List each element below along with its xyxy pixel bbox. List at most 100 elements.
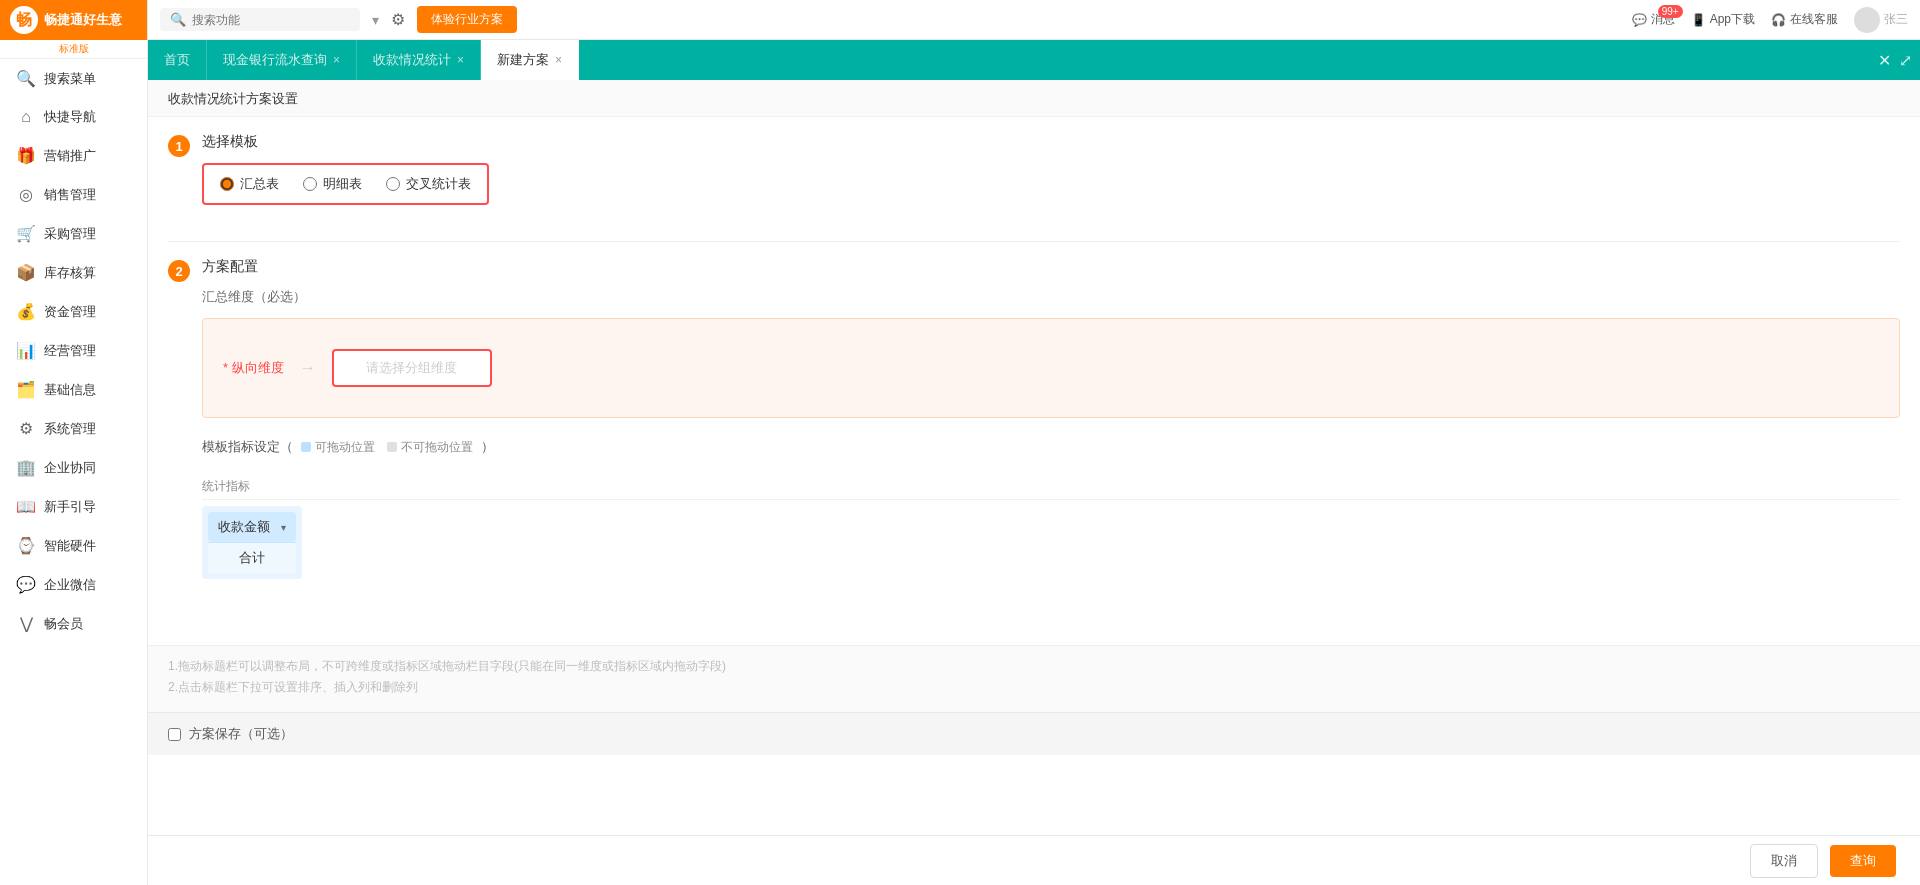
tab-new-plan[interactable]: 新建方案 ×	[481, 40, 579, 80]
sidebar-item-label: 经营管理	[44, 342, 96, 360]
sidebar-item-quick-nav[interactable]: ⌂ 快捷导航	[0, 98, 147, 136]
operation-icon: 📊	[16, 341, 36, 360]
message-btn[interactable]: 💬 消息 99+	[1632, 11, 1675, 28]
maximize-icon[interactable]: ⤢	[1899, 51, 1912, 70]
sidebar-item-label: 快捷导航	[44, 108, 96, 126]
radio-detail-input[interactable]	[303, 177, 317, 191]
sidebar-item-label: 销售管理	[44, 186, 96, 204]
summary-dim-label: 汇总维度（必选）	[202, 288, 1900, 306]
sidebar-item-label: 基础信息	[44, 381, 96, 399]
download-icon: 📱	[1691, 13, 1706, 27]
quick-nav-icon: ⌂	[16, 108, 36, 126]
vertical-dim-label: * 纵向维度	[223, 359, 284, 377]
close-icon[interactable]: ×	[555, 53, 562, 67]
sidebar-item-label: 资金管理	[44, 303, 96, 321]
tab-cash-bank[interactable]: 现金银行流水查询 ×	[207, 40, 357, 80]
sidebar-item-system[interactable]: ⚙ 系统管理	[0, 409, 147, 448]
sidebar-item-hardware[interactable]: ⌚ 智能硬件	[0, 526, 147, 565]
content-area: 收款情况统计方案设置 1 选择模板 汇总表 明细表	[148, 80, 1920, 835]
radio-cross[interactable]: 交叉统计表	[386, 175, 471, 193]
app-download-btn[interactable]: 📱 App下载	[1691, 11, 1755, 28]
tip2: 2.点击标题栏下拉可设置排序、插入列和删除列	[168, 679, 1900, 696]
page-title: 收款情况统计方案设置	[148, 80, 1920, 117]
search-icon: 🔍	[170, 12, 186, 27]
sidebar-item-wechat[interactable]: 💬 企业微信	[0, 565, 147, 604]
cancel-button[interactable]: 取消	[1750, 844, 1818, 878]
service-btn[interactable]: 🎧 在线客服	[1771, 11, 1838, 28]
save-checkbox[interactable]	[168, 728, 181, 741]
sidebar-item-guide[interactable]: 📖 新手引导	[0, 487, 147, 526]
sidebar-item-inventory[interactable]: 📦 库存核算	[0, 253, 147, 292]
dimension-row: * 纵向维度 → 请选择分组维度	[223, 349, 1879, 387]
metrics-paren-close: ）	[481, 438, 494, 456]
step1: 1 选择模板 汇总表 明细表 交叉统	[168, 133, 1900, 205]
radio-cross-label[interactable]: 交叉统计表	[406, 175, 471, 193]
metrics-setting-label: 模板指标设定（	[202, 438, 293, 456]
dimension-area: * 纵向维度 → 请选择分组维度	[202, 318, 1900, 418]
legend-draggable: 可拖动位置	[301, 439, 375, 456]
tab-cash-bank-label: 现金银行流水查询	[223, 51, 327, 69]
template-options: 汇总表 明细表 交叉统计表	[202, 163, 489, 205]
user-name: 张三	[1884, 11, 1908, 28]
member-icon: ⋁	[16, 614, 36, 633]
sidebar-item-marketing[interactable]: 🎁 营销推广	[0, 136, 147, 175]
metrics-tag-payment[interactable]: 收款金额 ▾	[208, 512, 296, 542]
radio-summary[interactable]: 汇总表	[220, 175, 279, 193]
sidebar-item-member[interactable]: ⋁ 畅会员	[0, 604, 147, 643]
step2-label: 方案配置	[202, 258, 1900, 276]
metrics-section: 模板指标设定（ 可拖动位置 不可拖动位置	[202, 438, 1900, 589]
step2-section: 2 方案配置 汇总维度（必选） * 纵向维度 → 请选择分组维度	[148, 242, 1920, 625]
close-icon[interactable]: ×	[457, 53, 464, 67]
tab-payment-stat[interactable]: 收款情况统计 ×	[357, 40, 481, 80]
gear-icon[interactable]: ⚙	[391, 10, 405, 29]
finance-icon: 💰	[16, 302, 36, 321]
tips-section: 1.拖动标题栏可以调整布局，不可跨维度或指标区域拖动栏目字段(只能在同一维度或指…	[148, 645, 1920, 712]
sidebar-item-purchase[interactable]: 🛒 采购管理	[0, 214, 147, 253]
radio-detail[interactable]: 明细表	[303, 175, 362, 193]
marketing-icon: 🎁	[16, 146, 36, 165]
tabbar: 首页 现金银行流水查询 × 收款情况统计 × 新建方案 × ✕ ⤢	[148, 40, 1920, 80]
tab-home[interactable]: 首页	[148, 40, 207, 80]
chevron-down-icon[interactable]: ▾	[372, 12, 379, 28]
tab-new-plan-label: 新建方案	[497, 51, 549, 69]
footer: 取消 查询	[148, 835, 1920, 885]
radio-detail-label[interactable]: 明细表	[323, 175, 362, 193]
sidebar-item-finance[interactable]: 💰 资金管理	[0, 292, 147, 331]
dimension-placeholder[interactable]: 请选择分组维度	[332, 349, 492, 387]
sidebar-item-corp[interactable]: 🏢 企业协同	[0, 448, 147, 487]
download-label: App下载	[1710, 11, 1755, 28]
sidebar-item-label: 营销推广	[44, 147, 96, 165]
industry-btn[interactable]: 体验行业方案	[417, 6, 517, 33]
search-menu-icon: 🔍	[16, 69, 36, 88]
dimension-arrow: →	[300, 359, 316, 377]
step1-section: 1 选择模板 汇总表 明细表 交叉统	[148, 117, 1920, 241]
tab-home-label: 首页	[164, 51, 190, 69]
close-tab-icon[interactable]: ✕	[1878, 51, 1891, 70]
sidebar-item-operation[interactable]: 📊 经营管理	[0, 331, 147, 370]
inventory-icon: 📦	[16, 263, 36, 282]
sidebar-item-label: 企业协同	[44, 459, 96, 477]
fixed-label: 不可拖动位置	[401, 439, 473, 456]
sidebar-edition: 标准版	[0, 40, 147, 59]
step1-label: 选择模板	[202, 133, 1900, 151]
metrics-tag-label: 收款金额	[218, 518, 270, 536]
sidebar-item-sales[interactable]: ◎ 销售管理	[0, 175, 147, 214]
radio-summary-label[interactable]: 汇总表	[240, 175, 279, 193]
search-input[interactable]	[192, 13, 332, 27]
logo-icon: 畅	[10, 6, 38, 34]
sidebar-item-label: 畅会员	[44, 615, 83, 633]
radio-cross-input[interactable]	[386, 177, 400, 191]
radio-summary-input[interactable]	[220, 177, 234, 191]
base-info-icon: 🗂️	[16, 380, 36, 399]
metrics-header: 模板指标设定（ 可拖动位置 不可拖动位置	[202, 438, 1900, 456]
fixed-dot	[387, 442, 397, 452]
user-info[interactable]: 张三	[1854, 7, 1908, 33]
topbar-search-box[interactable]: 🔍	[160, 8, 360, 31]
query-button[interactable]: 查询	[1830, 845, 1896, 877]
draggable-dot	[301, 442, 311, 452]
close-icon[interactable]: ×	[333, 53, 340, 67]
save-label[interactable]: 方案保存（可选）	[189, 725, 293, 743]
sidebar-item-base-info[interactable]: 🗂️ 基础信息	[0, 370, 147, 409]
step2-content: 方案配置 汇总维度（必选） * 纵向维度 → 请选择分组维度 模板指标设定	[202, 258, 1900, 589]
sidebar-item-search-menu[interactable]: 🔍 搜索菜单	[0, 59, 147, 98]
